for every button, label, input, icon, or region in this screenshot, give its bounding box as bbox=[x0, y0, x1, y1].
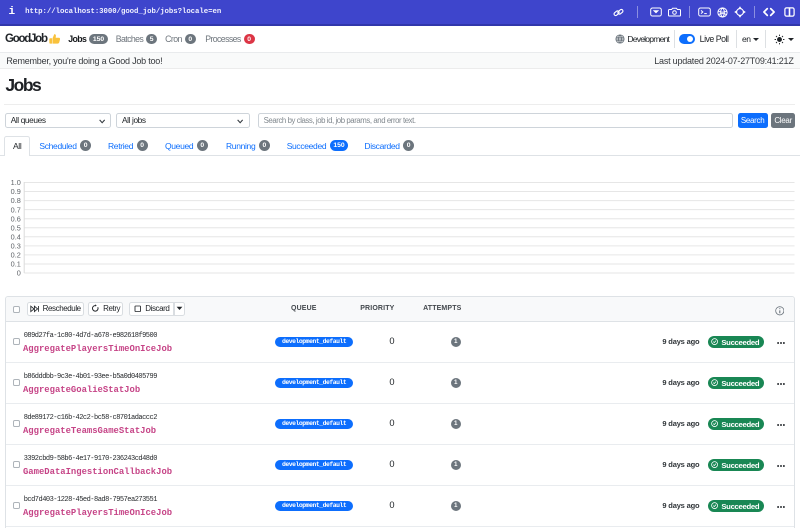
svg-text:0.6: 0.6 bbox=[11, 214, 21, 223]
svg-text:0.9: 0.9 bbox=[11, 187, 21, 196]
svg-text:0: 0 bbox=[17, 268, 21, 277]
svg-text:0.3: 0.3 bbox=[11, 241, 21, 250]
svg-text:0.5: 0.5 bbox=[11, 223, 21, 232]
svg-text:0.1: 0.1 bbox=[11, 259, 21, 268]
svg-text:1.0: 1.0 bbox=[11, 178, 21, 187]
svg-text:0.7: 0.7 bbox=[11, 205, 21, 214]
svg-text:0.4: 0.4 bbox=[11, 232, 21, 241]
svg-text:0.2: 0.2 bbox=[11, 250, 21, 259]
svg-text:0.8: 0.8 bbox=[11, 196, 21, 205]
